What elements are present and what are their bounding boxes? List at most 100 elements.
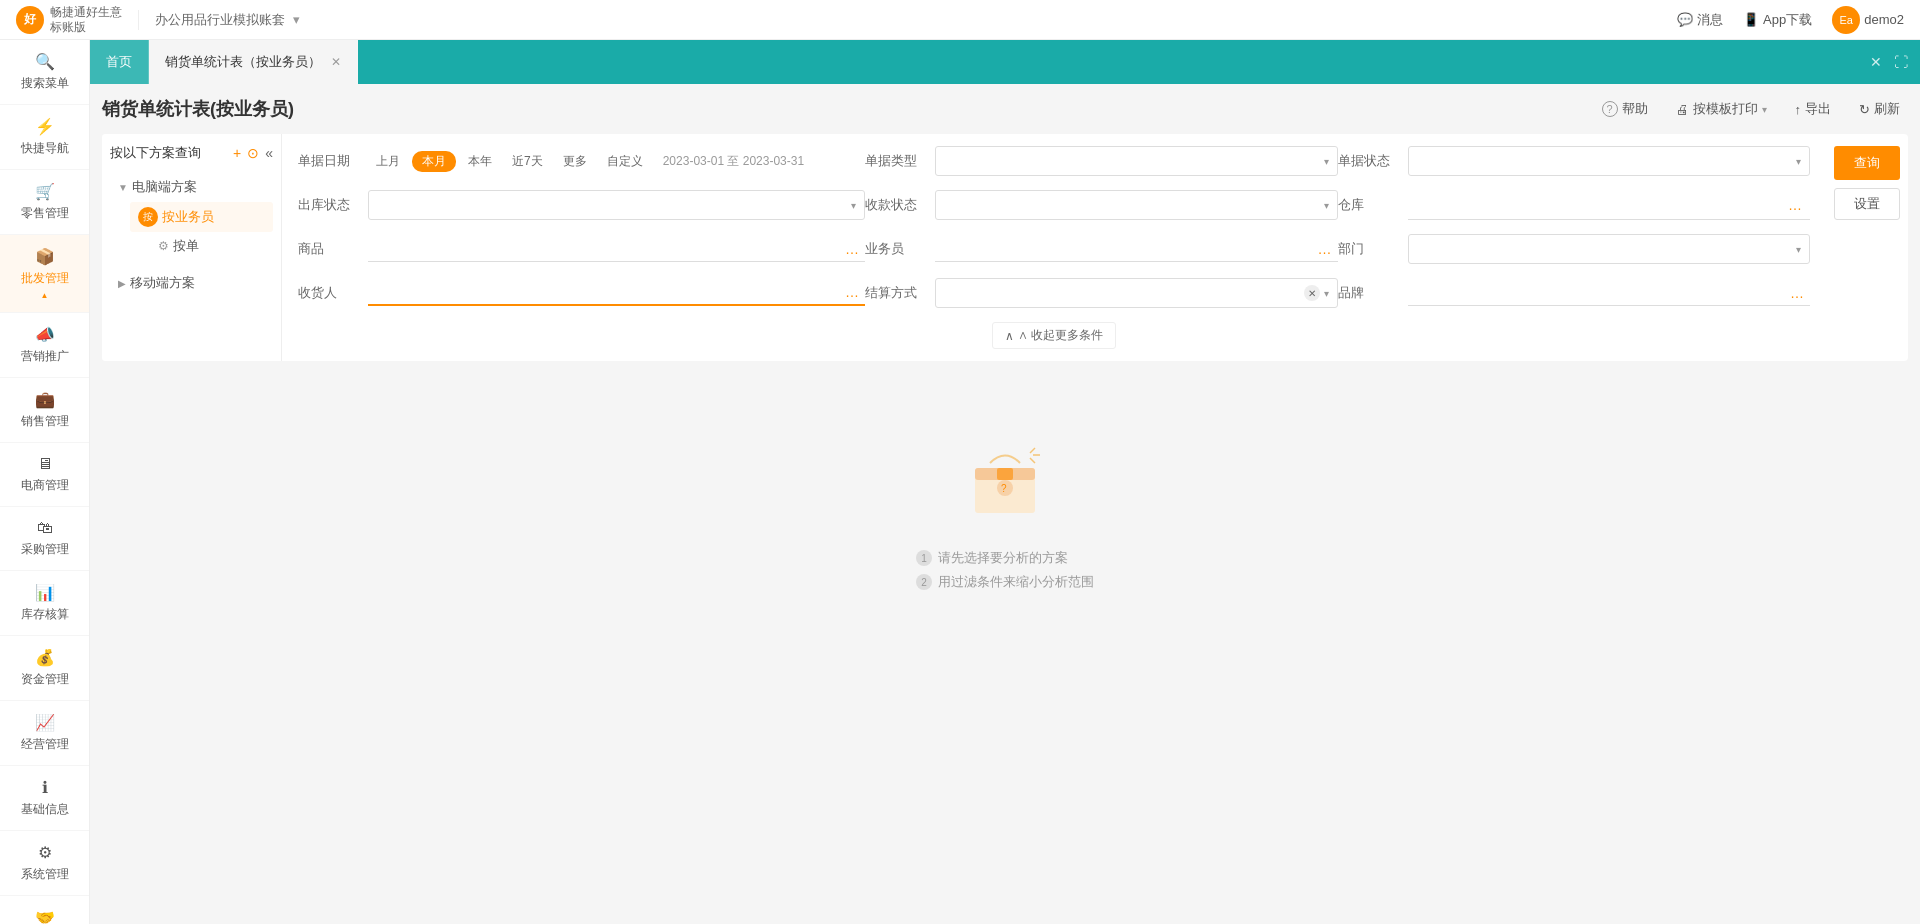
date-tab-last7[interactable]: 近7天 xyxy=(504,151,551,172)
refresh-icon: ↻ xyxy=(1859,102,1870,117)
logo-text: 畅捷通好生意 标账版 xyxy=(50,5,122,34)
app-download-label: App下载 xyxy=(1763,11,1812,29)
tip-num-2: 2 xyxy=(916,574,932,590)
filter-inputs-area: 单据日期 上月 本月 本年 近7天 更多 自定义 xyxy=(282,134,1826,361)
sidebar-label-ecommerce: 电商管理 xyxy=(21,477,69,494)
print-dropdown-icon: ▾ xyxy=(1762,104,1767,115)
tab-close-all-button[interactable]: ✕ xyxy=(1870,54,1882,70)
warehouse-dots[interactable]: … xyxy=(1788,197,1802,213)
scheme-salesperson-label: 按业务员 xyxy=(162,208,214,226)
print-button[interactable]: 🖨 按模板打印 ▾ xyxy=(1668,96,1775,122)
receipt-status-select[interactable]: ▾ xyxy=(935,190,1338,220)
sidebar-item-search[interactable]: 🔍 搜索菜单 xyxy=(0,40,89,105)
collapse-conditions-button[interactable]: ∧ ∧ 收起更多条件 xyxy=(992,322,1116,349)
date-tab-more[interactable]: 更多 xyxy=(555,151,595,172)
dept-select[interactable]: ▾ xyxy=(1408,234,1811,264)
date-tab-this-year[interactable]: 本年 xyxy=(460,151,500,172)
sidebar-item-enterprise[interactable]: 🤝 企业协同 xyxy=(0,896,89,924)
settlement-clear-button[interactable]: ✕ xyxy=(1304,285,1320,301)
tab-close-button[interactable]: ✕ xyxy=(331,55,341,69)
mobile-triangle-icon: ▶ xyxy=(118,278,126,289)
receiver-dots[interactable]: … xyxy=(845,284,859,300)
sales-icon: 💼 xyxy=(35,390,55,409)
filter-add-button[interactable]: + xyxy=(233,145,241,161)
dept-arrow-icon: ▾ xyxy=(1796,244,1801,255)
sidebar-item-purchase[interactable]: 🛍 采购管理 xyxy=(0,507,89,571)
sidebar-label-system: 系统管理 xyxy=(21,866,69,883)
retail-icon: 🛒 xyxy=(35,182,55,201)
date-range: 2023-03-01 至 2023-03-31 xyxy=(663,153,804,170)
doc-status-arrow-icon: ▾ xyxy=(1796,156,1801,167)
nav-dropdown-arrow[interactable]: ▾ xyxy=(293,12,300,27)
goods-dots[interactable]: … xyxy=(845,241,859,257)
message-button[interactable]: 💬 消息 xyxy=(1677,11,1723,29)
tab-fullscreen-button[interactable]: ⛶ xyxy=(1894,54,1908,70)
filter-collapse-button[interactable]: « xyxy=(265,145,273,161)
sidebar-item-finance[interactable]: 💰 资金管理 xyxy=(0,636,89,701)
user-menu[interactable]: Ea demo2 xyxy=(1832,6,1904,34)
scheme-by-order[interactable]: ⚙ 按单 xyxy=(130,232,273,260)
page-title: 销货单统计表(按业务员) xyxy=(102,97,294,121)
doc-status-select[interactable]: ▾ xyxy=(1408,146,1811,176)
quicknav-icon: ⚡ xyxy=(35,117,55,136)
warehouse-label: 仓库 xyxy=(1338,196,1408,214)
marketing-icon: 📣 xyxy=(35,325,55,344)
app-download-icon: 📱 xyxy=(1743,12,1759,27)
salesperson-label: 业务员 xyxy=(865,240,935,258)
logo-icon: 好 xyxy=(16,6,44,34)
sidebar-label-quicknav: 快捷导航 xyxy=(21,140,69,157)
app-download-button[interactable]: 📱 App下载 xyxy=(1743,11,1812,29)
query-button[interactable]: 查询 xyxy=(1834,146,1900,180)
doc-type-select[interactable]: ▾ xyxy=(935,146,1338,176)
tab-report[interactable]: 销货单统计表（按业务员） ✕ xyxy=(149,40,358,84)
print-label: 按模板打印 xyxy=(1693,100,1758,118)
sidebar-item-wholesale[interactable]: 📦 批发管理 ▲ xyxy=(0,235,89,313)
dept-label: 部门 xyxy=(1338,240,1408,258)
refresh-button[interactable]: ↻ 刷新 xyxy=(1851,96,1908,122)
setting-button[interactable]: 设置 xyxy=(1834,188,1900,220)
sidebar-item-basic[interactable]: ℹ 基础信息 xyxy=(0,766,89,831)
inventory-icon: 📊 xyxy=(35,583,55,602)
finance-icon: 💰 xyxy=(35,648,55,667)
warehouse-select[interactable]: … xyxy=(1408,190,1811,220)
logo[interactable]: 好 畅捷通好生意 标账版 xyxy=(16,5,122,34)
svg-rect-2 xyxy=(997,468,1013,480)
settlement-select[interactable]: ✕ ▾ xyxy=(935,278,1338,308)
brand-dots[interactable]: … xyxy=(1790,285,1804,301)
sidebar-item-marketing[interactable]: 📣 营销推广 xyxy=(0,313,89,378)
export-button[interactable]: ↑ 导出 xyxy=(1787,96,1840,122)
sidebar-item-retail[interactable]: 🛒 零售管理 xyxy=(0,170,89,235)
scheme-mobile[interactable]: ▶ 移动端方案 xyxy=(110,268,273,298)
scheme-by-salesperson[interactable]: 按 按业务员 xyxy=(130,202,273,232)
sidebar-item-sales[interactable]: 💼 销售管理 xyxy=(0,378,89,443)
tab-home[interactable]: 首页 xyxy=(90,40,149,84)
date-tab-custom[interactable]: 自定义 xyxy=(599,151,651,172)
sidebar-label-finance: 资金管理 xyxy=(21,671,69,688)
scheme-pc[interactable]: ▼ 电脑端方案 xyxy=(110,172,273,202)
sidebar-item-system[interactable]: ⚙ 系统管理 xyxy=(0,831,89,896)
filter-panel: 按以下方案查询 + ⊙ « ▼ 电脑端方案 xyxy=(102,134,282,361)
sidebar-label-operation: 经营管理 xyxy=(21,736,69,753)
salesperson-dots[interactable]: … xyxy=(1318,241,1332,257)
wholesale-icon: 📦 xyxy=(35,247,55,266)
message-label: 消息 xyxy=(1697,11,1723,29)
nav-label: 办公用品行业模拟账套 xyxy=(155,11,285,29)
sidebar-item-operation[interactable]: 📈 经营管理 xyxy=(0,701,89,766)
date-tab-last-month[interactable]: 上月 xyxy=(368,151,408,172)
date-tab-this-month[interactable]: 本月 xyxy=(412,151,456,172)
avatar: Ea xyxy=(1832,6,1860,34)
help-button[interactable]: ? 帮助 xyxy=(1594,96,1656,122)
sidebar: 🔍 搜索菜单 ⚡ 快捷导航 🛒 零售管理 📦 批发管理 ▲ 📣 营销推广 � xyxy=(0,40,90,924)
receipt-status-label: 收款状态 xyxy=(865,196,935,214)
sidebar-item-ecommerce[interactable]: 🖥 电商管理 xyxy=(0,443,89,507)
scheme-order-label: 按单 xyxy=(173,237,199,255)
sidebar-item-quicknav[interactable]: ⚡ 快捷导航 xyxy=(0,105,89,170)
collapse-label: ∧ 收起更多条件 xyxy=(1018,327,1103,344)
message-icon: 💬 xyxy=(1677,12,1693,27)
sidebar-item-inventory[interactable]: 📊 库存核算 xyxy=(0,571,89,636)
filter-edit-button[interactable]: ⊙ xyxy=(247,145,259,161)
goods-label: 商品 xyxy=(298,240,368,258)
ecommerce-icon: 🖥 xyxy=(37,455,53,473)
out-status-select[interactable]: ▾ xyxy=(368,190,865,220)
sidebar-label-purchase: 采购管理 xyxy=(21,541,69,558)
